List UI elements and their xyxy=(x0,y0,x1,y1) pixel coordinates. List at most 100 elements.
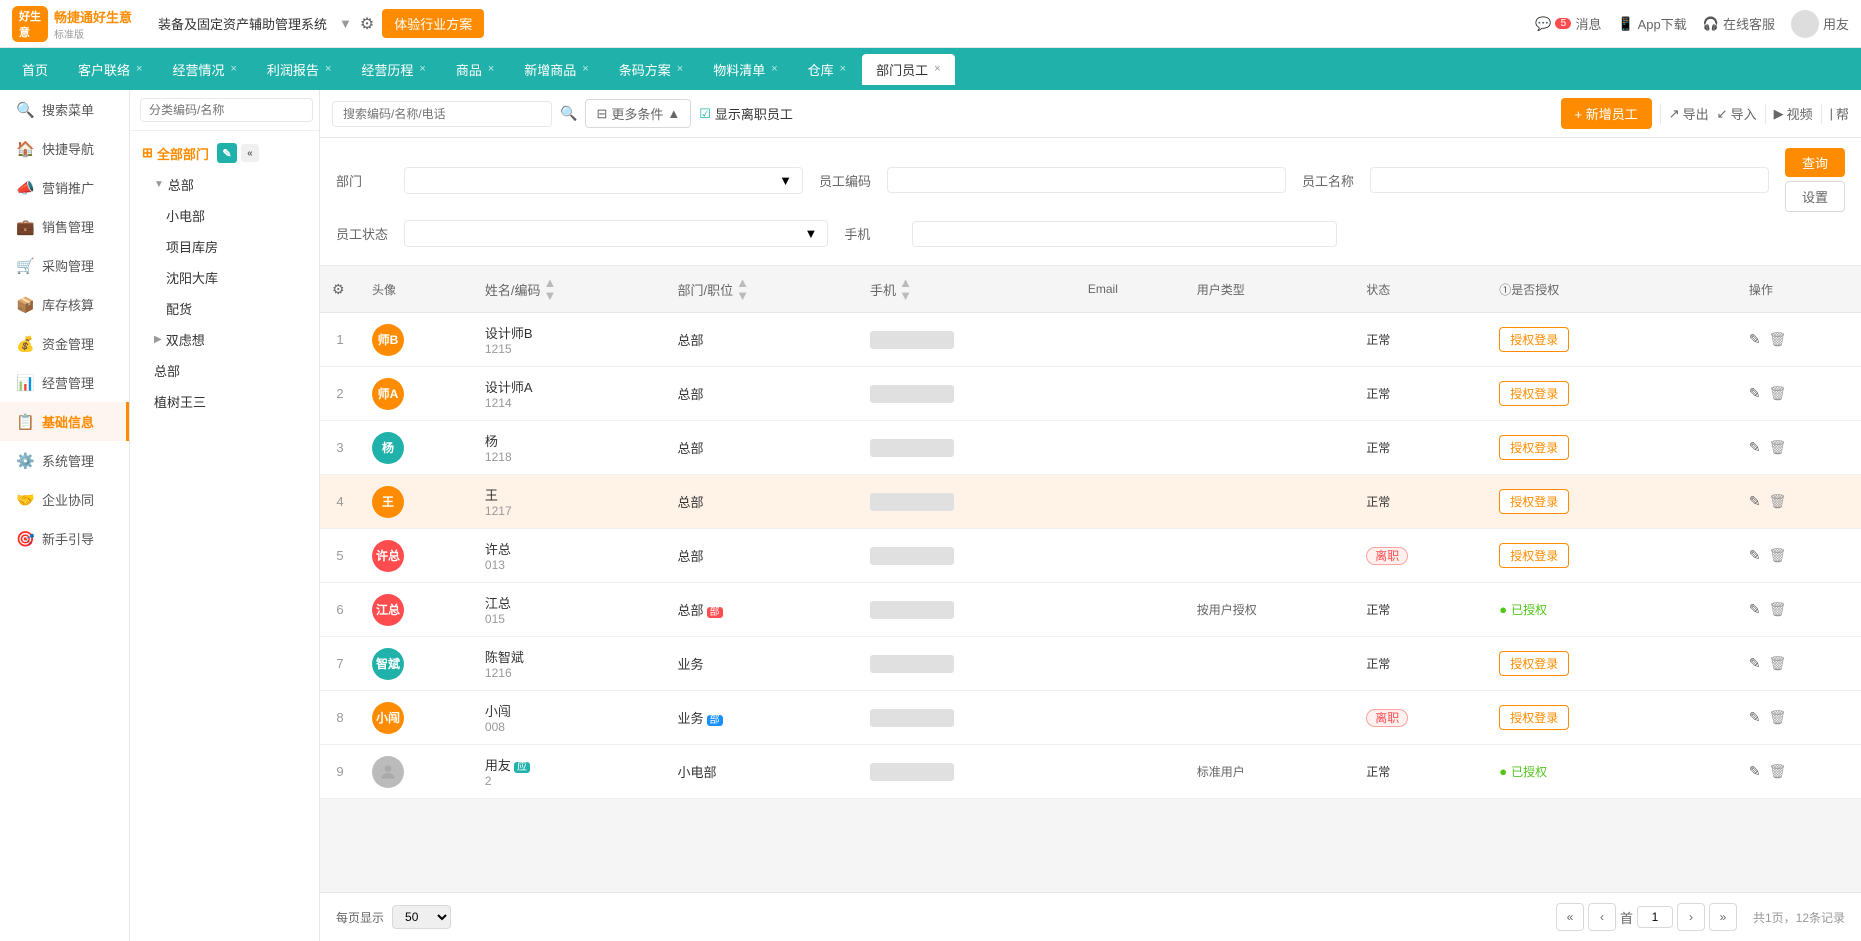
page-number-input[interactable] xyxy=(1637,906,1673,928)
sidebar-item-purchase[interactable]: 🛒 采购管理 xyxy=(0,246,129,285)
delete-icon[interactable]: 🗑 xyxy=(1769,493,1787,510)
sort-phone[interactable]: 手机 ▲▼ xyxy=(870,276,1064,302)
dept-node-xiaodian[interactable]: 小电部 xyxy=(130,200,319,231)
th-phone[interactable]: 手机 ▲▼ xyxy=(858,266,1076,313)
sidebar-item-collab[interactable]: 🤝 企业协同 xyxy=(0,480,129,519)
delete-icon[interactable]: 🗑 xyxy=(1769,385,1787,402)
td-actions: ✎ 🗑 xyxy=(1737,529,1861,583)
prev-page-btn[interactable]: ‹ xyxy=(1588,903,1616,931)
import-btn[interactable]: ↙ 导入 xyxy=(1717,104,1757,123)
messages-btn[interactable]: 💬 5 消息 xyxy=(1535,14,1601,33)
delete-icon[interactable]: 🗑 xyxy=(1769,709,1787,726)
dept-node-zongbu[interactable]: ▼ 总部 xyxy=(130,169,319,200)
app-download-btn[interactable]: 📱 App下载 xyxy=(1617,14,1686,33)
th-gear[interactable]: ⚙ xyxy=(320,266,360,313)
sidebar-item-search[interactable]: 🔍 搜索菜单 xyxy=(0,90,129,129)
th-dept[interactable]: 部门/职位 ▲▼ xyxy=(665,266,858,313)
tab-profit[interactable]: 利润报告 × xyxy=(253,54,345,85)
sort-name[interactable]: 姓名/编码 ▲▼ xyxy=(485,276,654,302)
delete-icon[interactable]: 🗑 xyxy=(1769,439,1787,456)
dept-node-shenyang[interactable]: 沈阳大库 xyxy=(130,262,319,293)
dept-search-input[interactable] xyxy=(140,98,313,122)
tab-add-goods[interactable]: 新增商品 × xyxy=(510,54,602,85)
export-btn[interactable]: ↗ 导出 xyxy=(1669,104,1709,123)
td-dept: 总部 xyxy=(665,367,858,421)
dept-node-xiangmu[interactable]: 项目库房 xyxy=(130,231,319,262)
sidebar-item-sales[interactable]: 💼 销售管理 xyxy=(0,207,129,246)
show-leave-toggle[interactable]: ☑ 显示离职员工 xyxy=(699,104,793,123)
add-employee-btn[interactable]: + 新增员工 xyxy=(1561,98,1652,129)
tab-warehouse[interactable]: 仓库 × xyxy=(794,54,860,85)
tab-home[interactable]: 首页 xyxy=(8,54,62,85)
edit-icon[interactable]: ✎ xyxy=(1749,709,1761,726)
sidebar-item-marketing[interactable]: 📣 营销推广 xyxy=(0,168,129,207)
auth-btn[interactable]: 授权登录 xyxy=(1499,489,1569,514)
dept-all[interactable]: ⊞ 全部部门 ✎ « xyxy=(130,137,319,169)
auth-btn[interactable]: 授权登录 xyxy=(1499,705,1569,730)
dept-node-zhishu[interactable]: 植树王三 xyxy=(130,386,319,417)
tab-operation[interactable]: 经营情况 × xyxy=(158,54,250,85)
view-btn[interactable]: ▶ 视频 xyxy=(1774,104,1813,123)
first-page-btn[interactable]: « xyxy=(1556,903,1584,931)
auth-btn[interactable]: 授权登录 xyxy=(1499,651,1569,676)
edit-icon[interactable]: ✎ xyxy=(1749,331,1761,348)
sidebar-item-basic[interactable]: 📋 基础信息 xyxy=(0,402,129,441)
edit-icon[interactable]: ✎ xyxy=(1749,493,1761,510)
delete-icon[interactable]: 🗑 xyxy=(1769,547,1787,564)
edit-icon[interactable]: ✎ xyxy=(1749,655,1761,672)
last-page-btn[interactable]: » xyxy=(1709,903,1737,931)
dept-edit-icon[interactable]: ✎ xyxy=(217,143,237,163)
sidebar-item-nav[interactable]: 🏠 快捷导航 xyxy=(0,129,129,168)
edit-icon[interactable]: ✎ xyxy=(1749,763,1761,780)
gear-icon[interactable]: ⚙ xyxy=(360,14,374,34)
auth-btn[interactable]: 授权登录 xyxy=(1499,543,1569,568)
user-avatar-area[interactable]: 用友 xyxy=(1791,10,1849,38)
status-filter-select[interactable]: ▼ xyxy=(404,220,828,247)
sidebar-item-ops[interactable]: 📊 经营管理 xyxy=(0,363,129,402)
delete-icon[interactable]: 🗑 xyxy=(1769,655,1787,672)
more-filter-btn[interactable]: ⊟ 更多条件 ▲ xyxy=(585,99,691,128)
tab-barcode[interactable]: 条码方案 × xyxy=(605,54,697,85)
auth-btn[interactable]: 授权登录 xyxy=(1499,435,1569,460)
page-size-select[interactable]: 50 100 200 xyxy=(392,905,451,929)
sidebar-item-system[interactable]: ⚙️ 系统管理 xyxy=(0,441,129,480)
edit-icon[interactable]: ✎ xyxy=(1749,385,1761,402)
try-btn[interactable]: 体验行业方案 xyxy=(382,9,484,38)
search-input[interactable] xyxy=(332,101,552,127)
emp-code-input[interactable] xyxy=(887,167,1286,193)
reset-btn[interactable]: 设置 xyxy=(1785,181,1845,212)
td-email xyxy=(1076,529,1185,583)
collapse-btn[interactable]: « xyxy=(241,144,259,162)
settings-icon[interactable]: ⚙ xyxy=(332,281,345,297)
search-icon-btn[interactable]: 🔍 xyxy=(560,105,577,122)
edit-icon[interactable]: ✎ xyxy=(1749,439,1761,456)
tab-goods[interactable]: 商品 × xyxy=(442,54,508,85)
dropdown-icon[interactable]: ▼ xyxy=(339,16,352,31)
delete-icon[interactable]: 🗑 xyxy=(1769,763,1787,780)
dept-node-shuanglv[interactable]: ▶ 双虑想 xyxy=(130,324,319,355)
dept-node-peihuo[interactable]: 配货 xyxy=(130,293,319,324)
tab-employees[interactable]: 部门员工 × xyxy=(862,54,954,85)
delete-icon[interactable]: 🗑 xyxy=(1769,601,1787,618)
sort-dept[interactable]: 部门/职位 ▲▼ xyxy=(677,276,846,302)
edit-icon[interactable]: ✎ xyxy=(1749,547,1761,564)
next-page-btn[interactable]: › xyxy=(1677,903,1705,931)
phone-input[interactable] xyxy=(912,221,1336,247)
edit-icon[interactable]: ✎ xyxy=(1749,601,1761,618)
auth-btn[interactable]: 授权登录 xyxy=(1499,327,1569,352)
th-name[interactable]: 姓名/编码 ▲▼ xyxy=(473,266,666,313)
help-btn[interactable]: | 帮 xyxy=(1830,104,1849,123)
tab-customer[interactable]: 客户联络 × xyxy=(64,54,156,85)
dept-filter-select[interactable]: ▼ xyxy=(404,167,803,194)
sidebar-item-guide[interactable]: 🎯 新手引导 xyxy=(0,519,129,558)
delete-icon[interactable]: 🗑 xyxy=(1769,331,1787,348)
sidebar-item-finance[interactable]: 💰 资金管理 xyxy=(0,324,129,363)
tab-history[interactable]: 经营历程 × xyxy=(347,54,439,85)
online-service-btn[interactable]: 🎧 在线客服 xyxy=(1703,14,1775,33)
sidebar-item-inventory[interactable]: 📦 库存核算 xyxy=(0,285,129,324)
auth-btn[interactable]: 授权登录 xyxy=(1499,381,1569,406)
dept-node-zongbu2[interactable]: 总部 xyxy=(130,355,319,386)
tab-bom[interactable]: 物料清单 × xyxy=(699,54,791,85)
emp-name-input[interactable] xyxy=(1370,167,1769,193)
query-btn[interactable]: 查询 xyxy=(1785,148,1845,177)
